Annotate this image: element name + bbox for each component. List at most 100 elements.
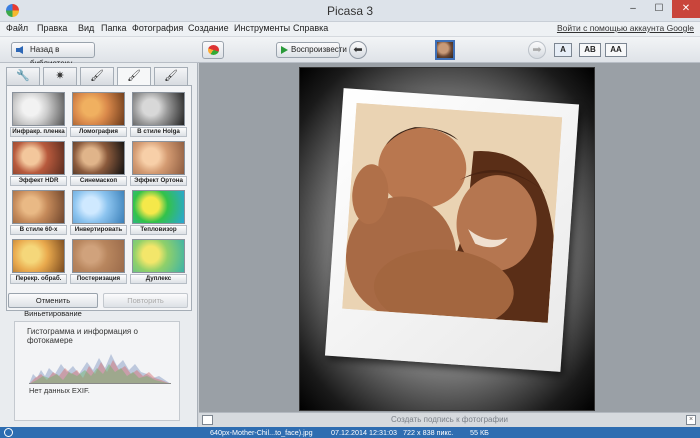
effect-label: Синемаскоп bbox=[70, 176, 127, 186]
effect-label: Инфракр. пленка bbox=[10, 127, 67, 137]
back-to-library-button[interactable]: Назад в библиотеку bbox=[11, 42, 95, 68]
status-dimensions: 722 х 838 пикс. bbox=[403, 428, 454, 437]
effect-thumbnail[interactable]: Постеризация bbox=[70, 239, 127, 286]
redo-button: Повторить bbox=[103, 293, 188, 308]
effect-thumbnail[interactable]: Перекр. обраб. bbox=[10, 239, 67, 286]
tab-effects-3[interactable]: 🖌 bbox=[154, 67, 188, 85]
polaroid-frame bbox=[324, 88, 580, 372]
effect-thumbnail[interactable]: Инфракр. пленка bbox=[10, 92, 67, 139]
effect-label: Инвертировать bbox=[70, 225, 127, 235]
effect-preview-image bbox=[12, 92, 65, 126]
effect-preview-image bbox=[132, 190, 185, 224]
histogram-chart bbox=[29, 344, 171, 384]
effect-label: В стиле Holga bbox=[130, 127, 187, 137]
caption-bar: Создать подпись к фотографии × bbox=[199, 412, 700, 427]
sun-icon: ✷ bbox=[55, 70, 65, 82]
play-icon bbox=[281, 46, 288, 54]
effect-thumbnail[interactable]: Ломография bbox=[70, 92, 127, 139]
next-photo-button[interactable]: ➡ bbox=[528, 41, 546, 59]
brush-icon: 🖌 bbox=[164, 70, 178, 82]
tab-effects-2[interactable]: 🖌 bbox=[117, 67, 151, 86]
effect-label: Эффект Ортона bbox=[130, 176, 187, 186]
status-bar: 640px-Mother-Chil...to_face).jpg 07.12.2… bbox=[0, 427, 700, 438]
effect-preview-image bbox=[12, 239, 65, 273]
effect-label: Тепловизор bbox=[130, 225, 187, 235]
edit-panel: 🔧 ✷ 🖌 🖌 🖌 Инфракр. пленка Ломография В сти… bbox=[0, 63, 198, 427]
current-photo-thumbnail[interactable] bbox=[435, 40, 455, 60]
previous-photo-button[interactable]: ⬅ bbox=[349, 41, 367, 59]
caption-style-aa-button[interactable]: AA bbox=[605, 43, 627, 57]
effect-thumbnail[interactable]: В стиле 60-х bbox=[10, 190, 67, 237]
effect-preview-image bbox=[72, 92, 125, 126]
menu-file[interactable]: Файл bbox=[6, 23, 28, 33]
status-filesize: 55 КБ bbox=[470, 428, 489, 437]
effect-preview-image bbox=[132, 141, 185, 175]
wrench-icon: 🔧 bbox=[16, 70, 30, 82]
effect-thumbnail[interactable]: Дуплекс bbox=[130, 239, 187, 286]
title-bar: Picasa 3 ‒ ☐ ✕ bbox=[0, 0, 700, 22]
menu-tools[interactable]: Инструменты bbox=[234, 23, 290, 33]
caption-close-button[interactable]: × bbox=[686, 415, 696, 425]
effect-preview-image bbox=[12, 190, 65, 224]
histogram-title: Гистограмма и информация о фотокамере bbox=[27, 327, 138, 345]
caption-input[interactable]: Создать подпись к фотографии bbox=[199, 415, 700, 424]
effect-thumbnail[interactable]: Синемаскоп bbox=[70, 141, 127, 188]
play-label: Воспроизвести bbox=[291, 45, 347, 54]
arrow-left-icon bbox=[16, 46, 23, 54]
toolbar: Назад в библиотеку Воспроизвести ⬅ ➡ A A… bbox=[0, 37, 700, 68]
tab-basic-fixes[interactable]: 🔧 bbox=[6, 67, 40, 85]
status-filename: 640px-Mother-Chil...to_face).jpg bbox=[210, 428, 313, 437]
edit-tabs: 🔧 ✷ 🖌 🖌 🖌 bbox=[6, 67, 192, 86]
photo-viewer bbox=[199, 63, 700, 412]
undo-vignette-button[interactable]: Отменить Виньетирование bbox=[8, 293, 98, 318]
menu-picture[interactable]: Фотография bbox=[132, 23, 183, 33]
menu-help[interactable]: Справка bbox=[293, 23, 328, 33]
effect-thumbnail[interactable]: Тепловизор bbox=[130, 190, 187, 237]
effect-preview-image bbox=[12, 141, 65, 175]
status-info-icon[interactable] bbox=[4, 428, 13, 437]
histogram-panel: Гистограмма и информация о фотокамере Не… bbox=[14, 321, 180, 421]
tab-effects[interactable]: 🖌 bbox=[80, 67, 114, 85]
photo-illustration bbox=[342, 103, 563, 323]
effect-label: В стиле 60-х bbox=[10, 225, 67, 235]
menu-create[interactable]: Создание bbox=[188, 23, 229, 33]
menu-edit[interactable]: Правка bbox=[37, 23, 67, 33]
effect-thumbnail[interactable]: Эффект Ортона bbox=[130, 141, 187, 188]
maximize-button[interactable]: ☐ bbox=[646, 0, 672, 18]
menu-view[interactable]: Вид bbox=[78, 23, 94, 33]
arrow-right-icon: ➡ bbox=[532, 44, 542, 56]
menu-folder[interactable]: Папка bbox=[101, 23, 127, 33]
menu-bar: Файл Правка Вид Папка Фотография Создани… bbox=[0, 22, 700, 37]
close-button[interactable]: ✕ bbox=[672, 0, 700, 18]
vignette-photo[interactable] bbox=[299, 67, 595, 411]
window-title: Picasa 3 bbox=[326, 4, 374, 18]
exif-info: Нет данных EXIF. bbox=[29, 386, 90, 395]
effect-thumbnail[interactable]: Эффект HDR bbox=[10, 141, 67, 188]
collage-tool-button[interactable] bbox=[202, 41, 224, 59]
effect-label: Эффект HDR bbox=[10, 176, 67, 186]
effect-thumbnail[interactable]: Инвертировать bbox=[70, 190, 127, 237]
mother-child-photo bbox=[342, 103, 563, 323]
brush-icon: 🖌 bbox=[90, 70, 104, 82]
effect-label: Ломография bbox=[70, 127, 127, 137]
arrow-left-icon: ⬅ bbox=[353, 44, 363, 56]
tab-tuning[interactable]: ✷ bbox=[43, 67, 77, 85]
effects-panel: Инфракр. пленка Ломография В стиле Holga Эф… bbox=[6, 85, 192, 311]
effect-preview-image bbox=[132, 239, 185, 273]
brush-icon: 🖌 bbox=[127, 70, 141, 82]
effect-preview-image bbox=[72, 239, 125, 273]
effect-preview-image bbox=[72, 141, 125, 175]
effect-thumbnail[interactable]: В стиле Holga bbox=[130, 92, 187, 139]
effect-preview-image bbox=[132, 92, 185, 126]
effect-label: Постеризация bbox=[70, 274, 127, 284]
caption-style-a-button[interactable]: A bbox=[554, 43, 572, 57]
effect-label: Перекр. обраб. bbox=[10, 274, 67, 284]
effect-preview-image bbox=[72, 190, 125, 224]
status-date: 07.12.2014 12:31:03 bbox=[331, 428, 397, 437]
google-signin-link[interactable]: Войти с помощью аккаунта Google bbox=[557, 23, 694, 33]
caption-style-ab-button[interactable]: AB bbox=[579, 43, 601, 57]
minimize-button[interactable]: ‒ bbox=[620, 0, 646, 18]
effect-label: Дуплекс bbox=[130, 274, 187, 284]
slideshow-play-button[interactable]: Воспроизвести bbox=[276, 42, 347, 58]
collage-icon bbox=[208, 45, 219, 55]
